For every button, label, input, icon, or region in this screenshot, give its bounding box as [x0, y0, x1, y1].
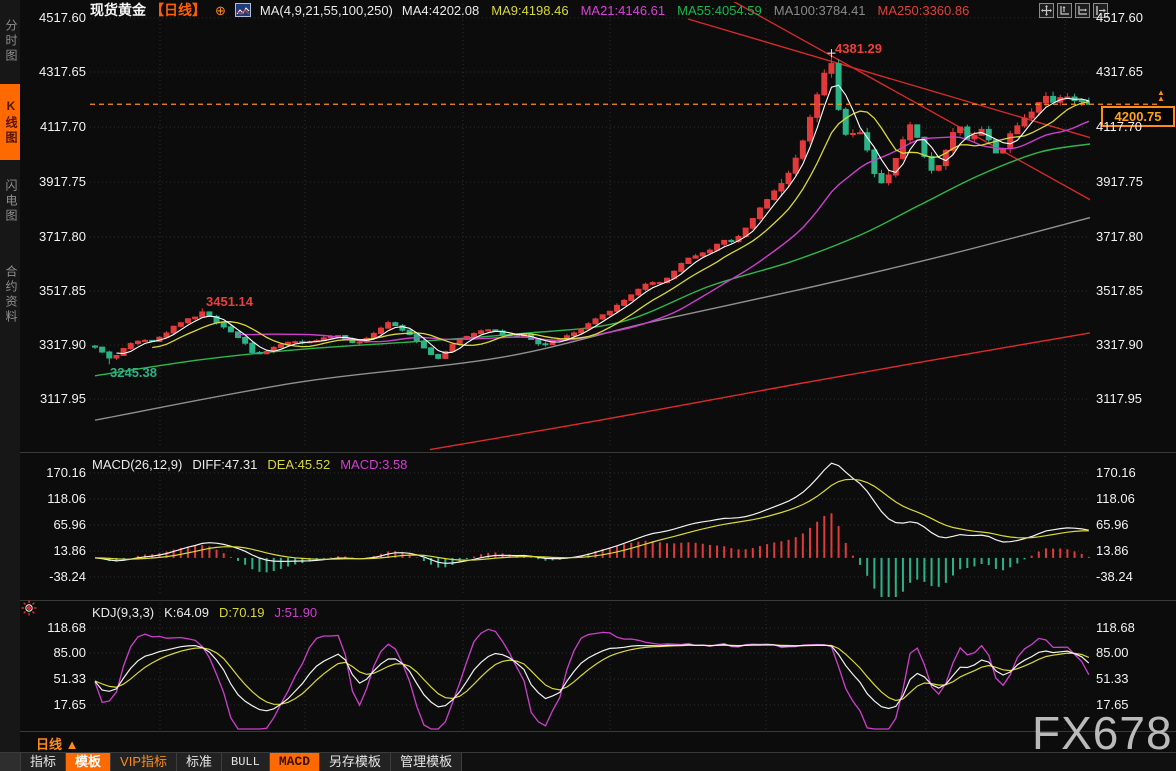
main-axis-label-right: 4517.60	[1096, 10, 1143, 25]
tab-MACD[interactable]: MACD	[269, 753, 321, 771]
annotation-swing-low: 3245.38	[110, 365, 157, 380]
kdj-axis-label-left: 51.33	[53, 671, 86, 686]
ma-value-chip: MA100:3784.41	[773, 2, 866, 18]
ma-value-chip: MA250:3360.86	[877, 2, 970, 18]
macd-axis-label-right: 13.86	[1096, 543, 1129, 558]
zoom-x-axis-icon[interactable]	[1075, 3, 1090, 18]
chart-canvas[interactable]	[0, 0, 1176, 771]
price-up-arrow-icon: ▲ ▲	[1157, 88, 1165, 103]
ma-value-chip: MA55:4054.59	[677, 2, 762, 18]
macd-axis-label-left: 118.06	[47, 491, 86, 506]
tab-另存模板[interactable]: 另存模板	[320, 753, 392, 771]
chart-header: 现货黄金 【日线】 ⊕ MA(4,9,21,55,100,250) MA4:42…	[90, 2, 969, 18]
sidebar-item-2[interactable]: K线图	[0, 84, 20, 160]
period-selector[interactable]: 日线 ▲	[36, 734, 78, 753]
kdj-axis-label-right: 85.00	[1096, 645, 1129, 660]
main-axis-label-left: 4517.60	[39, 10, 86, 25]
main-axis-label-right: 4117.70	[1096, 119, 1143, 134]
kdj-title: KDJ(9,3,3)	[92, 605, 155, 620]
macd-axis-label-left: -38.24	[49, 569, 86, 584]
main-axis-label-right: 3317.90	[1096, 337, 1143, 352]
annotation-peak-price: 4381.29	[835, 41, 882, 56]
macd-axis-label-left: 170.16	[46, 465, 86, 480]
macd-axis-label-right: -38.24	[1096, 569, 1133, 584]
kdj-axis-label-right: 118.68	[1096, 620, 1135, 635]
ma-value-chip: MA4:4202.08	[401, 2, 480, 18]
main-axis-label-right: 3517.85	[1096, 283, 1143, 298]
macd-axis-label-right: 118.06	[1096, 491, 1135, 506]
tab-指标[interactable]: 指标	[21, 753, 67, 771]
ma-value-chip: MA21:4146.61	[580, 2, 666, 18]
macd-macd-value: MACD:3.58	[340, 457, 408, 472]
chart-type-sidebar: 分时图 K线图闪电图合约资料	[0, 0, 20, 752]
kdj-k-value: K:64.09	[164, 605, 209, 620]
pan-move-icon[interactable]	[1039, 3, 1054, 18]
ma-values: MA4:4202.08 MA9:4198.46 MA21:4146.61 MA55:4…	[402, 3, 969, 18]
time-axis-row: 2025/062025/072025/082025/092025/102025/…	[0, 732, 1176, 751]
watermark: FX678	[1032, 707, 1173, 759]
macd-dea-value: DEA:45.52	[267, 457, 331, 472]
sidebar-item-4[interactable]: 合约资料	[0, 246, 20, 344]
macd-diff-value: DIFF:47.31	[192, 457, 258, 472]
tab-标准[interactable]: 标准	[177, 753, 223, 771]
main-axis-label-left: 3517.85	[39, 283, 86, 298]
kdj-axis-label-right: 17.65	[1096, 697, 1129, 712]
kdj-axis-label-left: 17.65	[53, 697, 86, 712]
link-circle-plus-icon[interactable]: ⊕	[215, 4, 226, 17]
bottom-tab-bar: 指标 模板 VIP指标 标准 BULL MACD 另存模板 管理模板	[0, 752, 1176, 771]
indicator-sun-icon[interactable]	[21, 600, 37, 616]
kdj-axis-label-right: 51.33	[1096, 671, 1129, 686]
macd-axis-label-right: 170.16	[1096, 465, 1136, 480]
main-axis-label-left: 3917.75	[39, 174, 86, 189]
main-axis-label-left: 4117.70	[39, 119, 86, 134]
kdj-j-value: J:51.90	[274, 605, 318, 620]
symbol-name: 现货黄金	[90, 2, 146, 18]
macd-axis-label-left: 13.86	[53, 543, 86, 558]
main-axis-label-left: 3117.95	[39, 391, 86, 406]
zoom-y-axis-icon[interactable]	[1057, 3, 1072, 18]
main-axis-label-right: 3717.80	[1096, 229, 1143, 244]
main-axis-label-left: 4317.65	[39, 64, 86, 79]
kdj-d-value: D:70.19	[218, 605, 265, 620]
kdj-axis-label-left: 118.68	[47, 620, 86, 635]
period-badge[interactable]: 【日线】	[150, 0, 206, 20]
macd-header: MACD(26,12,9) DIFF:47.31 DEA:45.52 MACD:…	[92, 457, 407, 472]
ma-params-label: MA(4,9,21,55,100,250)	[259, 2, 393, 18]
main-axis-label-right: 4317.65	[1096, 64, 1143, 79]
main-axis-label-left: 3317.90	[39, 337, 86, 352]
ma-value-chip: MA9:4198.46	[491, 2, 569, 18]
macd-axis-label-left: 65.96	[53, 517, 86, 532]
main-axis-label-right: 3917.75	[1096, 174, 1143, 189]
macd-title: MACD(26,12,9)	[92, 457, 183, 472]
tab-模板[interactable]: 模板	[66, 753, 112, 771]
macd-axis-label-right: 65.96	[1096, 517, 1129, 532]
tabbar-corner	[0, 753, 21, 771]
tab-管理模板[interactable]: 管理模板	[391, 753, 463, 771]
main-axis-label-left: 3717.80	[39, 229, 86, 244]
trading-app-window: 分时图 K线图闪电图合约资料 现货黄金 【日线】 ⊕ MA(4,9,21,55,1…	[0, 0, 1176, 771]
kdj-header: KDJ(9,3,3) K:64.09 D:70.19 J:51.90	[92, 605, 317, 620]
main-axis-label-right: 3117.95	[1096, 391, 1143, 406]
tab-BULL[interactable]: BULL	[222, 753, 270, 771]
kdj-axis-label-left: 85.00	[53, 645, 86, 660]
mini-line-chart-icon[interactable]	[234, 3, 251, 17]
tab-VIP指标[interactable]: VIP指标	[111, 753, 177, 771]
sidebar-item-3[interactable]: 闪电图	[0, 164, 20, 238]
annotation-swing-high: 3451.14	[206, 294, 253, 309]
sidebar-item-1[interactable]: 分时图	[0, 4, 20, 78]
